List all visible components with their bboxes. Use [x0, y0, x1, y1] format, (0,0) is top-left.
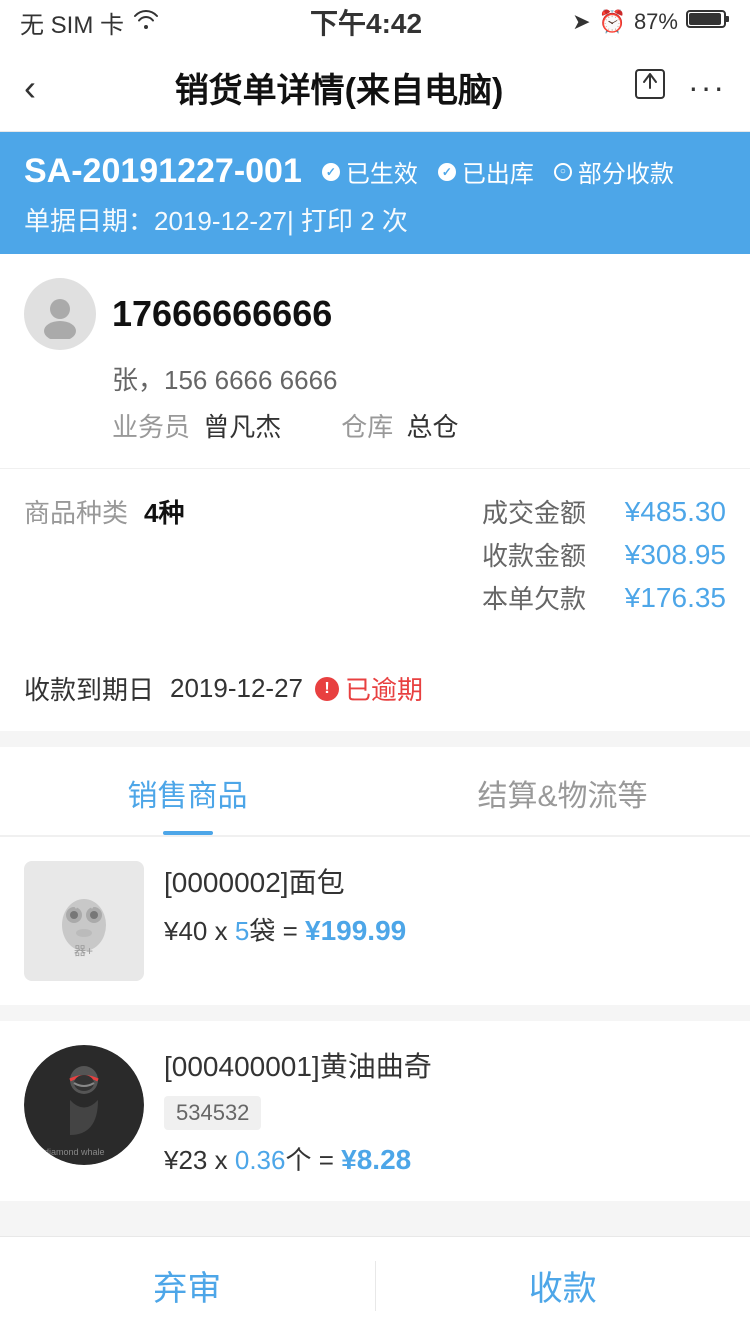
product-qty-2: 0.36: [235, 1145, 286, 1175]
overdue-section: 收款到期日 2019-12-27 ! 已逾期: [0, 646, 750, 731]
product-name-2: [000400001]黄油曲奇: [164, 1045, 726, 1085]
product-qty-1: 5: [235, 916, 249, 946]
order-id: SA-20191227-001: [24, 152, 302, 191]
svg-text:diamond whale: diamond whale: [44, 1147, 105, 1157]
customer-section: 17666666666 张，156 6666 6666 业务员 曾凡杰 仓库 总…: [0, 254, 750, 469]
badge-shipped: 已出库: [438, 154, 534, 189]
carrier-label: 无 SIM 卡: [20, 5, 124, 40]
check-icon-1: [322, 163, 340, 181]
product-price-1: ¥40 x 5袋 = ¥199.99: [164, 911, 726, 948]
header-banner: SA-20191227-001 已生效 已出库 ○ 部分收款 单据日期：2019…: [0, 132, 750, 254]
tab-sales-products[interactable]: 销售商品: [0, 747, 375, 835]
header-date-label: 单据日期：: [24, 206, 154, 236]
status-time: 下午4:42: [310, 2, 422, 42]
bottom-bar: 弃审 收款: [0, 1236, 750, 1334]
product-price-2: ¥23 x 0.36个 = ¥8.28: [164, 1140, 726, 1177]
amount-received-value: ¥308.95: [606, 539, 726, 571]
wifi-icon: [132, 8, 160, 36]
amount-received-label: 收款金额: [482, 536, 586, 573]
collect-payment-button[interactable]: 收款: [376, 1241, 750, 1330]
product-name-1: [0000002]面包: [164, 861, 726, 901]
nav-bar: ‹ 销货单详情(来自电脑) ···: [0, 44, 750, 132]
product-thumb-2: diamond whale: [24, 1045, 144, 1165]
kinds-value: 4种: [144, 493, 184, 530]
sales-rep: 业务员 曾凡杰: [112, 407, 281, 444]
product-unit-2: 个: [285, 1145, 311, 1175]
svg-text:器+: 器+: [74, 944, 93, 958]
summary-right: 成交金额 ¥485.30 收款金额 ¥308.95 本单欠款 ¥176.35: [482, 493, 726, 622]
overdue-label: 收款到期日: [24, 670, 154, 707]
product-item-1: 器+ [0000002]面包 ¥40 x 5袋 = ¥199.99: [0, 837, 750, 1005]
more-icon[interactable]: ···: [688, 69, 726, 106]
amount-received: 收款金额 ¥308.95: [482, 536, 726, 573]
location-icon: ➤: [572, 9, 590, 35]
customer-phone: 17666666666: [112, 293, 332, 335]
customer-name-phone: 张，156 6666 6666: [112, 360, 726, 397]
product-base-price-2: ¥23: [164, 1145, 207, 1175]
nav-actions: ···: [632, 66, 726, 109]
overdue-badge: ! 已逾期: [315, 670, 423, 707]
badge-activated: 已生效: [322, 154, 418, 189]
sales-rep-value: 曾凡杰: [203, 412, 281, 442]
sales-rep-label: 业务员: [112, 412, 190, 442]
header-date-row: 单据日期：2019-12-27| 打印 2 次: [24, 201, 726, 238]
product-list: 器+ [0000002]面包 ¥40 x 5袋 = ¥199.99: [0, 837, 750, 1201]
product-item-2: diamond whale [000400001]黄油曲奇 534532 ¥23…: [0, 1021, 750, 1201]
clock-icon: ○: [554, 163, 572, 181]
tabs-bar: 销售商品 结算&物流等: [0, 747, 750, 837]
battery-label: 87%: [634, 9, 678, 35]
header-print-info: | 打印 2 次: [287, 206, 408, 236]
status-left: 无 SIM 卡: [20, 5, 160, 40]
overdue-badge-label: 已逾期: [345, 670, 423, 707]
badge-partial: ○ 部分收款: [554, 154, 674, 189]
product-thumb-1: 器+: [24, 861, 144, 981]
badge-shipped-label: 已出库: [462, 154, 534, 189]
product-info-2: [000400001]黄油曲奇 534532 ¥23 x 0.36个 = ¥8.…: [164, 1045, 726, 1177]
summary-section: 商品种类 4种 成交金额 ¥485.30 收款金额 ¥308.95 本单欠款 ¥…: [0, 469, 750, 646]
kinds-label: 商品种类: [24, 493, 128, 530]
exclaim-icon: !: [315, 677, 339, 701]
product-base-price-1: ¥40: [164, 916, 207, 946]
amount-deal-value: ¥485.30: [606, 496, 726, 528]
warehouse: 仓库 总仓: [341, 407, 458, 444]
order-id-row: SA-20191227-001 已生效 已出库 ○ 部分收款: [24, 152, 726, 191]
status-bar: 无 SIM 卡 下午4:42 ➤ ⏰ 87%: [0, 0, 750, 44]
check-icon-2: [438, 163, 456, 181]
amount-deal: 成交金额 ¥485.30: [482, 493, 726, 530]
avatar: [24, 278, 96, 350]
tab-settlement[interactable]: 结算&物流等: [375, 747, 750, 835]
product-unit-1: 袋: [249, 916, 275, 946]
alarm-icon: ⏰: [599, 9, 626, 35]
amount-owed-value: ¥176.35: [606, 582, 726, 614]
tab-settlement-label: 结算&物流等: [477, 780, 647, 813]
badge-partial-label: 部分收款: [578, 154, 674, 189]
product-multiply-2: x: [215, 1145, 235, 1175]
summary-left: 商品种类 4种: [24, 493, 184, 530]
share-icon[interactable]: [632, 66, 668, 109]
customer-row: 17666666666: [24, 278, 726, 350]
summary-row: 商品种类 4种 成交金额 ¥485.30 收款金额 ¥308.95 本单欠款 ¥…: [24, 493, 726, 622]
back-button[interactable]: ‹: [14, 57, 46, 119]
amount-owed: 本单欠款 ¥176.35: [482, 579, 726, 616]
customer-meta: 业务员 曾凡杰 仓库 总仓: [112, 407, 726, 444]
overdue-date: 2019-12-27: [170, 673, 303, 704]
product-total-1: ¥199.99: [305, 915, 406, 946]
amount-owed-label: 本单欠款: [482, 579, 586, 616]
abandon-review-button[interactable]: 弃审: [0, 1241, 375, 1330]
badge-activated-label: 已生效: [346, 154, 418, 189]
product-equals-1: =: [283, 916, 305, 946]
product-equals-2: =: [319, 1145, 341, 1175]
amount-deal-label: 成交金额: [482, 493, 586, 530]
warehouse-label: 仓库: [341, 412, 393, 442]
product-info-1: [0000002]面包 ¥40 x 5袋 = ¥199.99: [164, 861, 726, 948]
product-multiply-1: x: [215, 916, 235, 946]
status-right: ➤ ⏰ 87%: [572, 8, 730, 37]
header-date-value: 2019-12-27: [154, 206, 287, 236]
product-tag-2: 534532: [164, 1096, 261, 1130]
page-title: 销货单详情(来自电脑): [46, 63, 632, 112]
product-total-2: ¥8.28: [341, 1144, 411, 1175]
battery-icon: [686, 8, 730, 37]
warehouse-value: 总仓: [407, 412, 459, 442]
tab-sales-products-label: 销售商品: [128, 780, 248, 813]
